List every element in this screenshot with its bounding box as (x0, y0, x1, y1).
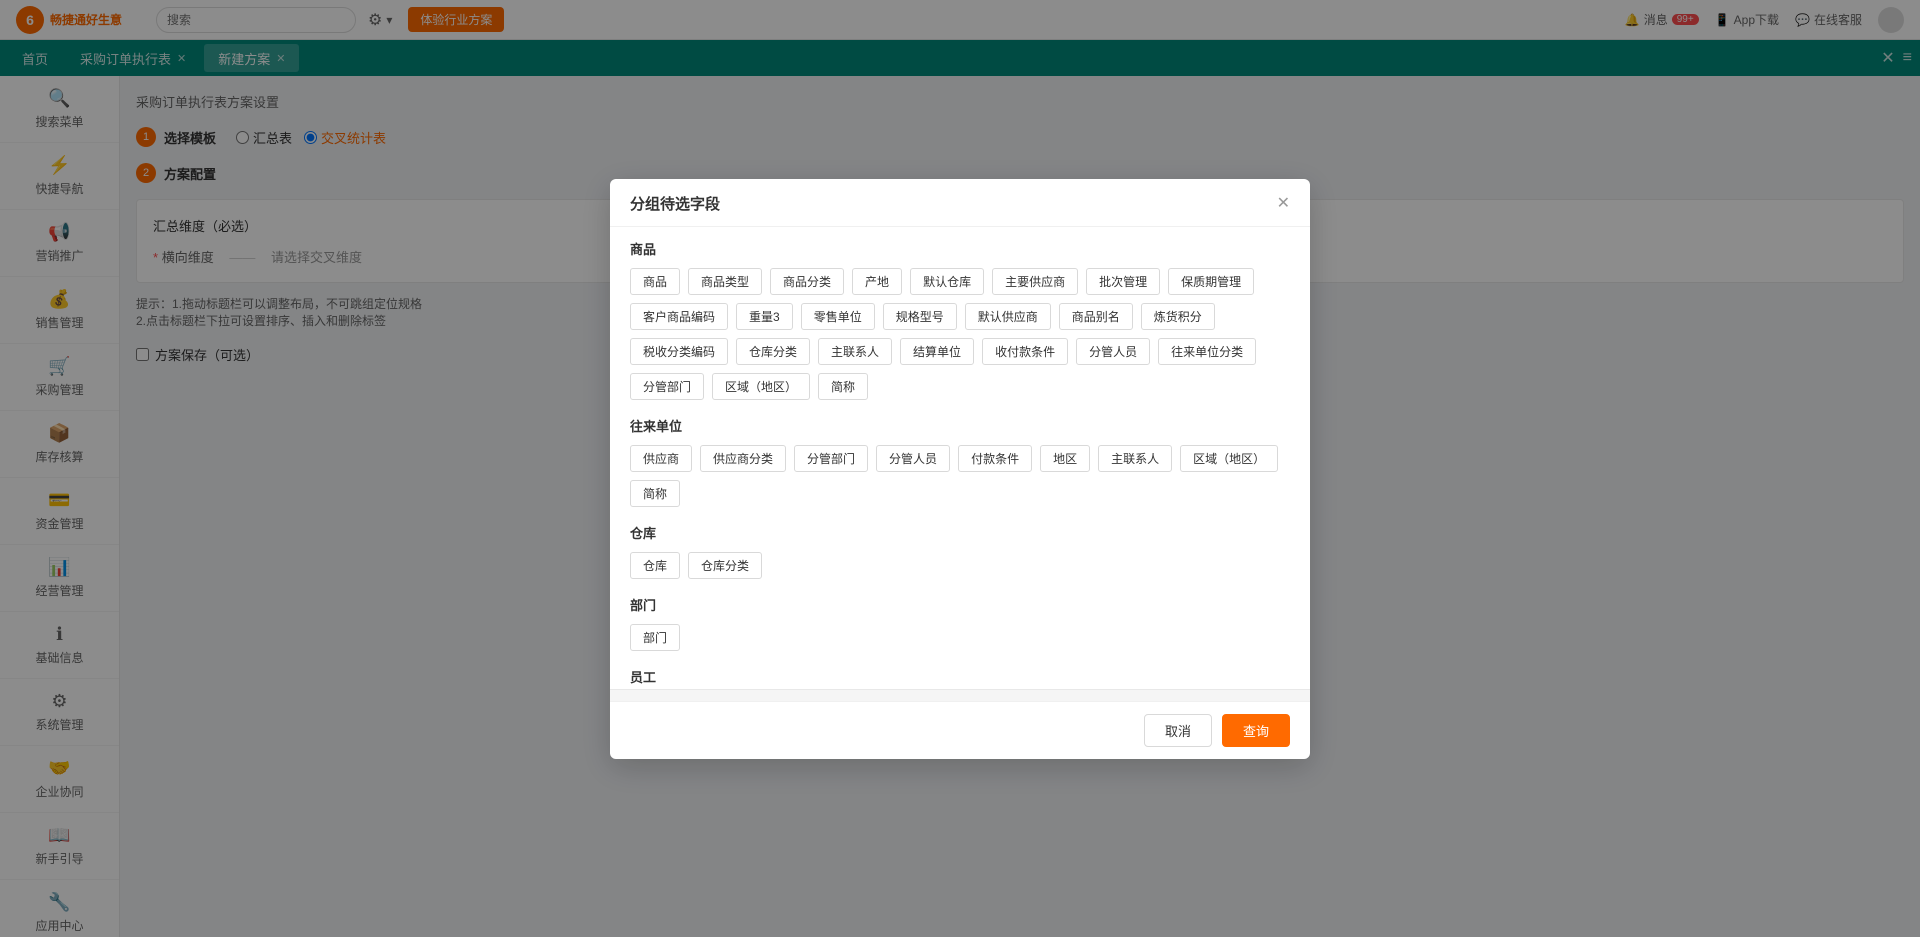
field-tag-product-category[interactable]: 商品分类 (770, 268, 844, 295)
field-tag-retail-unit[interactable]: 零售单位 (801, 303, 875, 330)
field-tag-refine-score[interactable]: 炼货积分 (1141, 303, 1215, 330)
section-warehouse-tags: 仓库 仓库分类 (630, 552, 1290, 579)
field-tag-warehouse[interactable]: 仓库 (630, 552, 680, 579)
section-product: 商品 商品 商品类型 商品分类 产地 默认仓库 主要供应商 批次管理 保质期管理… (630, 239, 1290, 400)
section-partner-title: 往来单位 (630, 416, 1290, 435)
field-tag-spec-model[interactable]: 规格型号 (883, 303, 957, 330)
modal-overlay: 分组待选字段 ✕ 商品 商品 商品类型 商品分类 产地 默认仓库 主要供应商 批… (0, 0, 1920, 937)
section-dept: 部门 部门 (630, 595, 1290, 651)
field-tag-region[interactable]: 地区 (1040, 445, 1090, 472)
field-tag-short-name-product[interactable]: 简称 (818, 373, 868, 400)
section-dept-tags: 部门 (630, 624, 1290, 651)
field-tag-origin[interactable]: 产地 (852, 268, 902, 295)
field-tag-supplier-category[interactable]: 供应商分类 (700, 445, 786, 472)
field-tag-partner-category[interactable]: 往来单位分类 (1158, 338, 1256, 365)
field-tag-default-warehouse[interactable]: 默认仓库 (910, 268, 984, 295)
field-tag-batch-mgmt[interactable]: 批次管理 (1086, 268, 1160, 295)
modal-horizontal-scrollbar[interactable] (610, 689, 1310, 701)
confirm-button[interactable]: 查询 (1222, 714, 1290, 747)
field-tag-payment-terms[interactable]: 收付款条件 (982, 338, 1068, 365)
section-product-tags: 商品 商品类型 商品分类 产地 默认仓库 主要供应商 批次管理 保质期管理 客户… (630, 268, 1290, 400)
field-tag-main-contact-partner[interactable]: 主联系人 (1098, 445, 1172, 472)
field-tag-shelf-life[interactable]: 保质期管理 (1168, 268, 1254, 295)
field-tag-managed-dept[interactable]: 分管部门 (794, 445, 868, 472)
section-product-title: 商品 (630, 239, 1290, 258)
section-dept-title: 部门 (630, 595, 1290, 614)
field-tag-main-supplier[interactable]: 主要供应商 (992, 268, 1078, 295)
field-tag-product-alias[interactable]: 商品别名 (1059, 303, 1133, 330)
field-tag-supervisor[interactable]: 分管人员 (1076, 338, 1150, 365)
section-partner-tags: 供应商 供应商分类 分管部门 分管人员 付款条件 地区 主联系人 区域（地区） … (630, 445, 1290, 507)
section-warehouse-title: 仓库 (630, 523, 1290, 542)
field-tag-weight[interactable]: 重量3 (736, 303, 793, 330)
field-tag-dept-supervisor[interactable]: 分管部门 (630, 373, 704, 400)
field-tag-settlement-unit[interactable]: 结算单位 (900, 338, 974, 365)
section-employee-title: 员工 (630, 667, 1290, 686)
modal-footer: 取消 查询 (610, 701, 1310, 759)
field-tag-tax-code[interactable]: 税收分类编码 (630, 338, 728, 365)
section-warehouse: 仓库 仓库 仓库分类 (630, 523, 1290, 579)
field-select-modal: 分组待选字段 ✕ 商品 商品 商品类型 商品分类 产地 默认仓库 主要供应商 批… (610, 179, 1310, 759)
field-tag-payment-condition[interactable]: 付款条件 (958, 445, 1032, 472)
field-tag-main-contact[interactable]: 主联系人 (818, 338, 892, 365)
field-tag-customer-code[interactable]: 客户商品编码 (630, 303, 728, 330)
field-tag-dept[interactable]: 部门 (630, 624, 680, 651)
field-tag-warehouse-category[interactable]: 仓库分类 (736, 338, 810, 365)
modal-close-button[interactable]: ✕ (1277, 193, 1290, 213)
field-tag-managed-person[interactable]: 分管人员 (876, 445, 950, 472)
cancel-button[interactable]: 取消 (1144, 714, 1212, 747)
field-tag-region-product[interactable]: 区域（地区） (712, 373, 810, 400)
section-partner: 往来单位 供应商 供应商分类 分管部门 分管人员 付款条件 地区 主联系人 区域… (630, 416, 1290, 507)
modal-title: 分组待选字段 (630, 193, 720, 214)
field-tag-region-partner[interactable]: 区域（地区） (1180, 445, 1278, 472)
field-tag-supplier[interactable]: 供应商 (630, 445, 692, 472)
field-tag-short-name-partner[interactable]: 简称 (630, 480, 680, 507)
field-tag-default-supplier[interactable]: 默认供应商 (965, 303, 1051, 330)
field-tag-warehouse-cat[interactable]: 仓库分类 (688, 552, 762, 579)
modal-body: 商品 商品 商品类型 商品分类 产地 默认仓库 主要供应商 批次管理 保质期管理… (610, 227, 1310, 689)
section-employee: 员工 业务员 (630, 667, 1290, 689)
field-tag-product[interactable]: 商品 (630, 268, 680, 295)
modal-header: 分组待选字段 ✕ (610, 179, 1310, 227)
field-tag-product-type[interactable]: 商品类型 (688, 268, 762, 295)
